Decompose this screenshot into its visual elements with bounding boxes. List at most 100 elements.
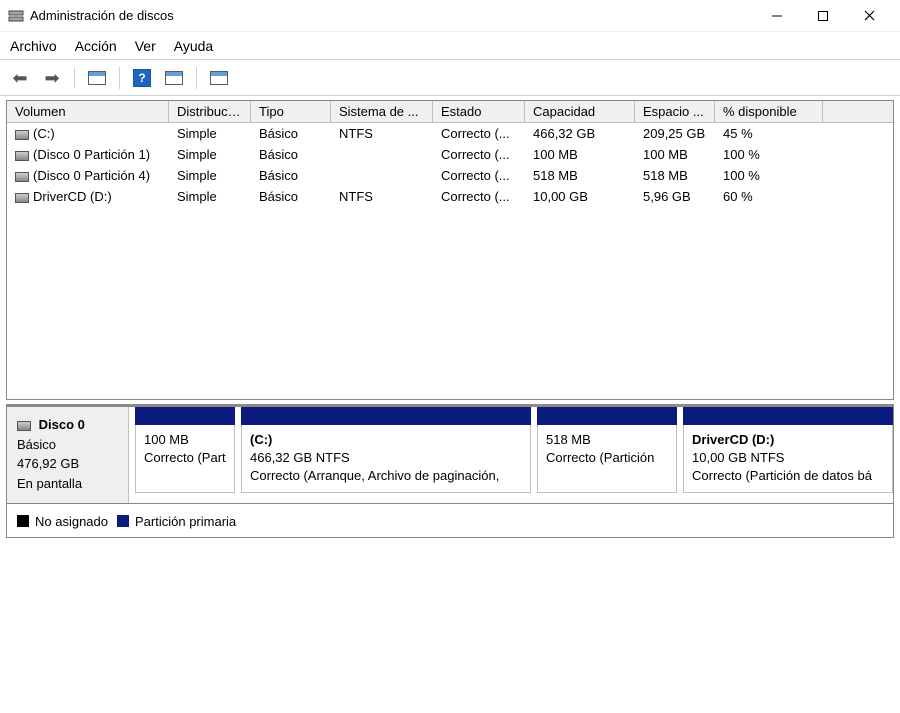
swatch-primary	[117, 515, 129, 527]
partition-state: Correcto (Arranque, Archivo de paginació…	[250, 467, 522, 485]
vol-fs	[331, 146, 433, 163]
layout-icon	[165, 71, 183, 85]
vol-type: Básico	[251, 188, 331, 205]
toolbar: ⬅ ➡ ?	[0, 60, 900, 96]
maximize-button[interactable]	[800, 0, 846, 32]
menu-file[interactable]: Archivo	[10, 38, 57, 54]
partition-state: Correcto (Partición de datos bá	[692, 467, 884, 485]
volume-list: Volumen Distribución Tipo Sistema de ...…	[6, 100, 894, 400]
vol-fs: NTFS	[331, 188, 433, 205]
vol-name: (C:)	[33, 126, 55, 141]
disk-status: En pantalla	[17, 476, 82, 491]
vol-dist: Simple	[169, 167, 251, 184]
vol-fs: NTFS	[331, 125, 433, 142]
layout2-icon	[210, 71, 228, 85]
partition[interactable]: 518 MBCorrecto (Partición	[537, 407, 677, 493]
minimize-button[interactable]	[754, 0, 800, 32]
vol-name: (Disco 0 Partición 1)	[33, 147, 150, 162]
vol-cap: 100 MB	[525, 146, 635, 163]
vol-pct: 100 %	[715, 167, 823, 184]
menubar: Archivo Acción Ver Ayuda	[0, 32, 900, 60]
col-state[interactable]: Estado	[433, 101, 525, 122]
partition-state: Correcto (Part	[144, 449, 226, 467]
vol-free: 209,25 GB	[635, 125, 715, 142]
table-row[interactable]: (Disco 0 Partición 1)SimpleBásicoCorrect…	[7, 144, 893, 165]
partition-state: Correcto (Partición	[546, 449, 668, 467]
partition-title: (C:)	[250, 431, 522, 449]
vol-dist: Simple	[169, 188, 251, 205]
table-row[interactable]: (C:)SimpleBásicoNTFSCorrecto (...466,32 …	[7, 123, 893, 144]
menu-action[interactable]: Acción	[75, 38, 117, 54]
vol-pct: 60 %	[715, 188, 823, 205]
disk-panel: Disco 0 Básico 476,92 GB En pantalla 100…	[6, 404, 894, 504]
vol-state: Correcto (...	[433, 188, 525, 205]
drive-icon	[15, 130, 29, 140]
partition[interactable]: (C:)466,32 GB NTFSCorrecto (Arranque, Ar…	[241, 407, 531, 493]
vol-state: Correcto (...	[433, 146, 525, 163]
partition-header	[135, 407, 235, 425]
vol-cap: 10,00 GB	[525, 188, 635, 205]
disk-size: 476,92 GB	[17, 456, 79, 471]
swatch-unallocated	[17, 515, 29, 527]
help-button[interactable]: ?	[128, 64, 156, 92]
col-capacity[interactable]: Capacidad	[525, 101, 635, 122]
vol-cap: 466,32 GB	[525, 125, 635, 142]
vol-name: DriverCD (D:)	[33, 189, 112, 204]
back-button[interactable]: ⬅	[6, 64, 34, 92]
disk-name: Disco 0	[39, 417, 85, 432]
drive-icon	[15, 193, 29, 203]
col-freespace[interactable]: Espacio ...	[635, 101, 715, 122]
volume-body: (C:)SimpleBásicoNTFSCorrecto (...466,32 …	[7, 123, 893, 399]
disk-type: Básico	[17, 437, 56, 452]
legend-unallocated: No asignado	[35, 514, 108, 529]
legend: No asignado Partición primaria	[6, 504, 894, 538]
vol-type: Básico	[251, 167, 331, 184]
vol-name: (Disco 0 Partición 4)	[33, 168, 150, 183]
vol-free: 518 MB	[635, 167, 715, 184]
window-controls	[754, 0, 892, 32]
vol-pct: 45 %	[715, 125, 823, 142]
disk-icon	[17, 421, 31, 431]
menu-view[interactable]: Ver	[135, 38, 156, 54]
partition[interactable]: DriverCD (D:)10,00 GB NTFSCorrecto (Part…	[683, 407, 893, 493]
vol-free: 5,96 GB	[635, 188, 715, 205]
vol-dist: Simple	[169, 125, 251, 142]
vol-pct: 100 %	[715, 146, 823, 163]
forward-button[interactable]: ➡	[38, 64, 66, 92]
partition-size: 518 MB	[546, 431, 668, 449]
col-pctfree[interactable]: % disponible	[715, 101, 823, 122]
legend-primary: Partición primaria	[135, 514, 236, 529]
vol-cap: 518 MB	[525, 167, 635, 184]
help-icon: ?	[133, 69, 151, 87]
view-bottom-button[interactable]	[205, 64, 233, 92]
partition-header	[241, 407, 531, 425]
vol-state: Correcto (...	[433, 167, 525, 184]
table-row[interactable]: DriverCD (D:) SimpleBásicoNTFSCorrecto (.…	[7, 186, 893, 207]
partition-title: DriverCD (D:)	[692, 431, 884, 449]
disk-map: 100 MBCorrecto (Part(C:)466,32 GB NTFSCo…	[129, 407, 893, 503]
col-distribution[interactable]: Distribución	[169, 101, 251, 122]
vol-fs	[331, 167, 433, 184]
col-volume[interactable]: Volumen	[7, 101, 169, 122]
arrow-right-icon: ➡	[44, 69, 59, 87]
col-filesystem[interactable]: Sistema de ...	[331, 101, 433, 122]
partition[interactable]: 100 MBCorrecto (Part	[135, 407, 235, 493]
window-title: Administración de discos	[30, 8, 174, 23]
properties-button[interactable]	[83, 64, 111, 92]
partition-size: 10,00 GB NTFS	[692, 449, 884, 467]
disk-info[interactable]: Disco 0 Básico 476,92 GB En pantalla	[7, 407, 129, 503]
menu-help[interactable]: Ayuda	[174, 38, 213, 54]
view-top-button[interactable]	[160, 64, 188, 92]
vol-type: Básico	[251, 146, 331, 163]
col-type[interactable]: Tipo	[251, 101, 331, 122]
close-button[interactable]	[846, 0, 892, 32]
table-row[interactable]: (Disco 0 Partición 4) SimpleBásico Correct…	[7, 165, 893, 186]
app-icon	[8, 8, 24, 24]
drive-icon	[15, 151, 29, 161]
titlebar: Administración de discos	[0, 0, 900, 32]
volume-header: Volumen Distribución Tipo Sistema de ...…	[7, 101, 893, 123]
vol-type: Básico	[251, 125, 331, 142]
vol-free: 100 MB	[635, 146, 715, 163]
partition-header	[683, 407, 893, 425]
arrow-left-icon: ⬅	[12, 69, 27, 87]
